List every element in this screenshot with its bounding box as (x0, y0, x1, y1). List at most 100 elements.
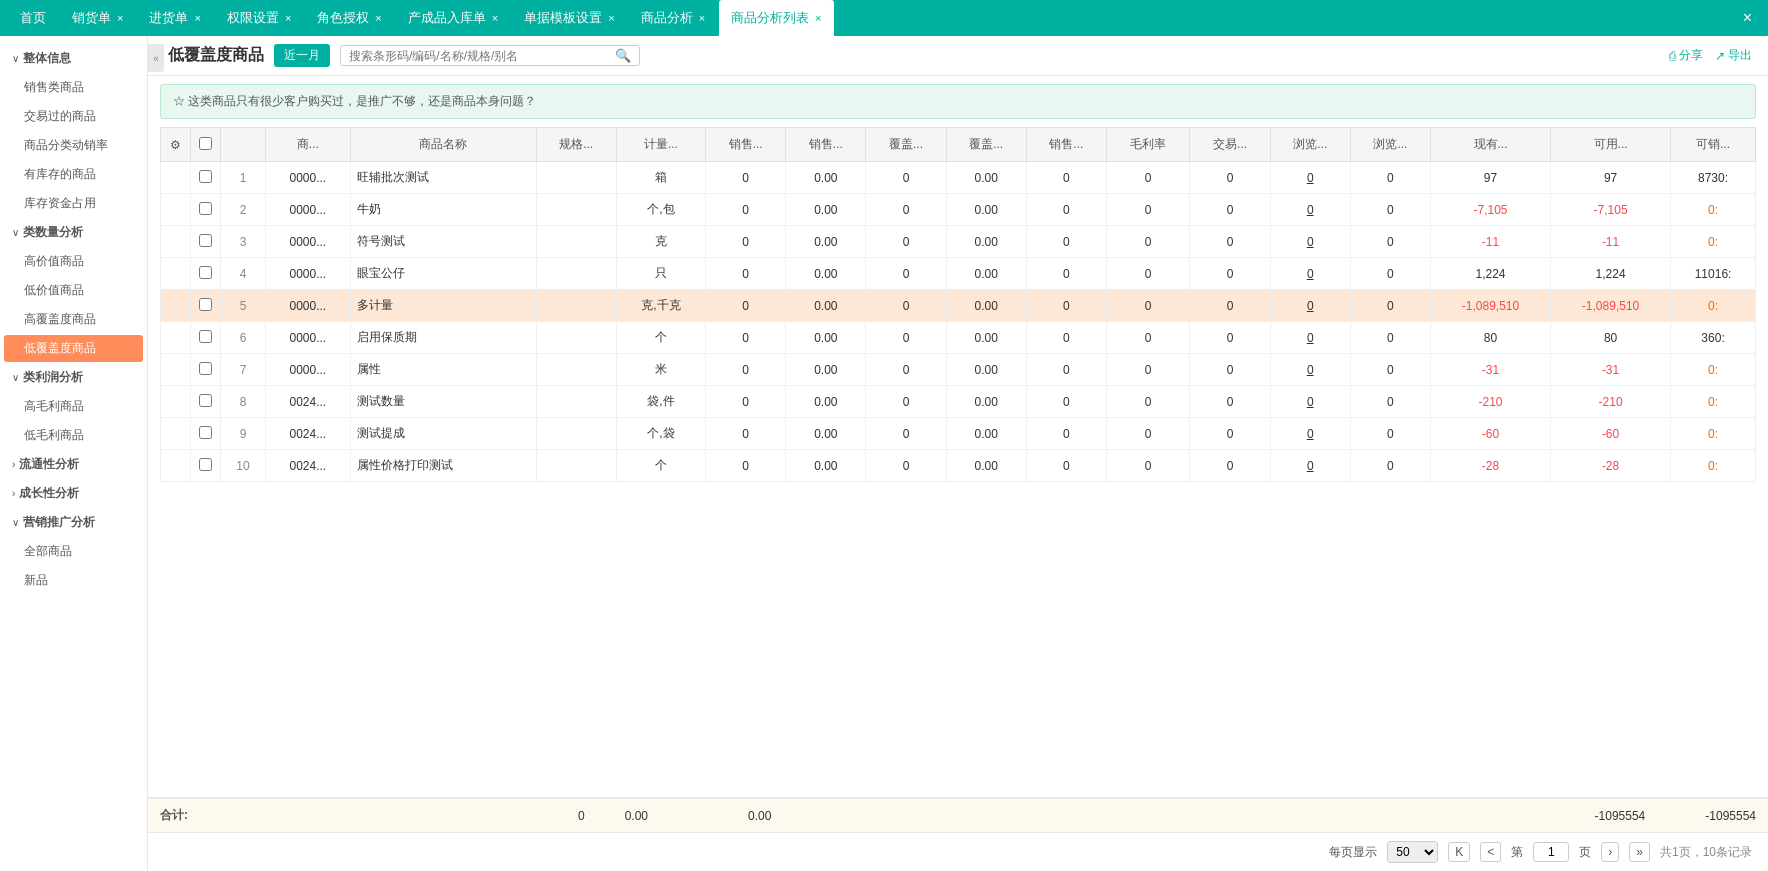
row-checkbox[interactable] (199, 170, 212, 183)
nav-permissions-close[interactable]: × (285, 12, 291, 24)
nav-roles-close[interactable]: × (375, 12, 381, 24)
sidebar-item-stock-capital[interactable]: 库存资金占用 (0, 189, 147, 218)
sidebar-item-low-value[interactable]: 低价值商品 (0, 276, 147, 305)
cell-browse1[interactable]: 0 (1270, 418, 1350, 450)
sidebar-item-high-profit[interactable]: 高毛利商品 (0, 392, 147, 421)
sidebar-collapse-button[interactable]: « (148, 44, 164, 72)
nav-analysis-list-close[interactable]: × (815, 12, 821, 24)
export-icon: ↗ (1715, 49, 1725, 63)
col-spec[interactable]: 规格... (536, 128, 616, 162)
cell-cov2: 0.00 (946, 226, 1026, 258)
sidebar-item-sales-goods[interactable]: 销售类商品 (0, 73, 147, 102)
col-gross-margin[interactable]: 毛利率 (1106, 128, 1190, 162)
cell-browse1[interactable]: 0 (1270, 194, 1350, 226)
col-available[interactable]: 可用... (1551, 128, 1671, 162)
cell-cov1: 0 (866, 258, 946, 290)
nav-home-label: 首页 (20, 9, 46, 27)
nav-roles[interactable]: 角色授权 × (305, 0, 393, 36)
col-coverage2[interactable]: 覆盖... (946, 128, 1026, 162)
marketing-arrow-icon: ∨ (12, 517, 19, 528)
sidebar-section-overall[interactable]: ∨ 整体信息 (0, 44, 147, 73)
cell-cov2: 0.00 (946, 450, 1026, 482)
col-unit[interactable]: 计量... (616, 128, 705, 162)
row-checkbox[interactable] (199, 298, 212, 311)
period-button[interactable]: 近一月 (274, 44, 330, 67)
nav-templates-close[interactable]: × (608, 12, 614, 24)
nav-analysis-list[interactable]: 商品分析列表 × (719, 0, 833, 36)
nav-home[interactable]: 首页 (8, 0, 58, 36)
col-current-stock[interactable]: 现有... (1430, 128, 1550, 162)
cell-browse1[interactable]: 0 (1270, 386, 1350, 418)
nav-sales[interactable]: 销货单 × (60, 0, 135, 36)
cell-browse1[interactable]: 0 (1270, 450, 1350, 482)
sidebar-section-marketing[interactable]: ∨ 营销推广分析 (0, 508, 147, 537)
cell-browse1[interactable]: 0 (1270, 322, 1350, 354)
row-checkbox[interactable] (199, 330, 212, 343)
table-body: 1 0000... 旺辅批次测试 箱 0 0.00 0 0.00 0 0 0 0… (161, 162, 1756, 482)
page-number-input[interactable] (1533, 842, 1569, 862)
col-coverage1[interactable]: 覆盖... (866, 128, 946, 162)
cell-code: 0000... (265, 258, 350, 290)
cell-trade-count: 0 (1190, 450, 1270, 482)
cell-browse1[interactable]: 0 (1270, 354, 1350, 386)
col-browse1[interactable]: 浏览... (1270, 128, 1350, 162)
select-all-checkbox[interactable] (199, 137, 212, 150)
row-checkbox[interactable] (199, 234, 212, 247)
sidebar-section-overall-title: 整体信息 (23, 50, 71, 67)
nav-purchase[interactable]: 进货单 × (137, 0, 212, 36)
window-close-button[interactable]: × (1735, 5, 1760, 31)
row-checkbox[interactable] (199, 458, 212, 471)
sidebar-section-profit[interactable]: ∨ 类利润分析 (0, 363, 147, 392)
row-checkbox[interactable] (199, 426, 212, 439)
col-settings[interactable]: ⚙ (161, 128, 191, 162)
sidebar-item-category-turnover[interactable]: 商品分类动销率 (0, 131, 147, 160)
next-page-button[interactable]: › (1601, 842, 1619, 862)
sidebar-item-new-goods[interactable]: 新品 (0, 566, 147, 595)
per-page-select[interactable]: 50 100 200 (1387, 841, 1438, 863)
row-checkbox[interactable] (199, 202, 212, 215)
nav-products[interactable]: 产成品入库单 × (396, 0, 510, 36)
export-button[interactable]: ↗ 导出 (1715, 47, 1752, 64)
cell-settings (161, 354, 191, 386)
nav-templates[interactable]: 单据模板设置 × (512, 0, 626, 36)
col-name[interactable]: 商品名称 (350, 128, 536, 162)
col-browse2[interactable]: 浏览... (1350, 128, 1430, 162)
table-footer: 每页显示 50 100 200 K < 第 页 › » 共1页，10条记录 (148, 832, 1768, 871)
cell-code: 0000... (265, 162, 350, 194)
nav-sales-close[interactable]: × (117, 12, 123, 24)
sidebar-section-flow[interactable]: › 流通性分析 (0, 450, 147, 479)
col-saleable[interactable]: 可销... (1671, 128, 1756, 162)
nav-products-close[interactable]: × (492, 12, 498, 24)
sidebar-section-growth[interactable]: › 成长性分析 (0, 479, 147, 508)
col-code[interactable]: 商... (265, 128, 350, 162)
sidebar-section-volume[interactable]: ∨ 类数量分析 (0, 218, 147, 247)
nav-permissions[interactable]: 权限设置 × (215, 0, 303, 36)
col-sales-amt[interactable]: 销售... (786, 128, 866, 162)
share-button[interactable]: ⎙ 分享 (1669, 47, 1703, 64)
cell-browse1[interactable]: 0 (1270, 162, 1350, 194)
nav-analysis[interactable]: 商品分析 × (629, 0, 717, 36)
col-trade-count[interactable]: 交易... (1190, 128, 1270, 162)
prev-page-button[interactable]: < (1480, 842, 1501, 862)
cell-browse1[interactable]: 0 (1270, 258, 1350, 290)
sidebar-item-low-profit[interactable]: 低毛利商品 (0, 421, 147, 450)
sidebar-item-with-stock[interactable]: 有库存的商品 (0, 160, 147, 189)
row-checkbox[interactable] (199, 362, 212, 375)
nav-purchase-close[interactable]: × (194, 12, 200, 24)
row-checkbox[interactable] (199, 394, 212, 407)
nav-analysis-close[interactable]: × (699, 12, 705, 24)
sidebar-item-traded-goods[interactable]: 交易过的商品 (0, 102, 147, 131)
sidebar-item-low-coverage[interactable]: 低覆盖度商品 (4, 335, 143, 362)
search-input[interactable] (349, 49, 611, 63)
cell-browse1[interactable]: 0 (1270, 226, 1350, 258)
row-checkbox[interactable] (199, 266, 212, 279)
col-sales-qty[interactable]: 销售... (706, 128, 786, 162)
cell-browse1[interactable]: 0 (1270, 290, 1350, 322)
last-page-button[interactable]: » (1629, 842, 1650, 862)
col-sales-count[interactable]: 销售... (1026, 128, 1106, 162)
sidebar-item-high-coverage[interactable]: 高覆盖度商品 (0, 305, 147, 334)
sidebar-item-high-value[interactable]: 高价值商品 (0, 247, 147, 276)
sidebar-item-all-goods[interactable]: 全部商品 (0, 537, 147, 566)
first-page-button[interactable]: K (1448, 842, 1470, 862)
volume-items: 高价值商品 低价值商品 高覆盖度商品 低覆盖度商品 (0, 247, 147, 362)
